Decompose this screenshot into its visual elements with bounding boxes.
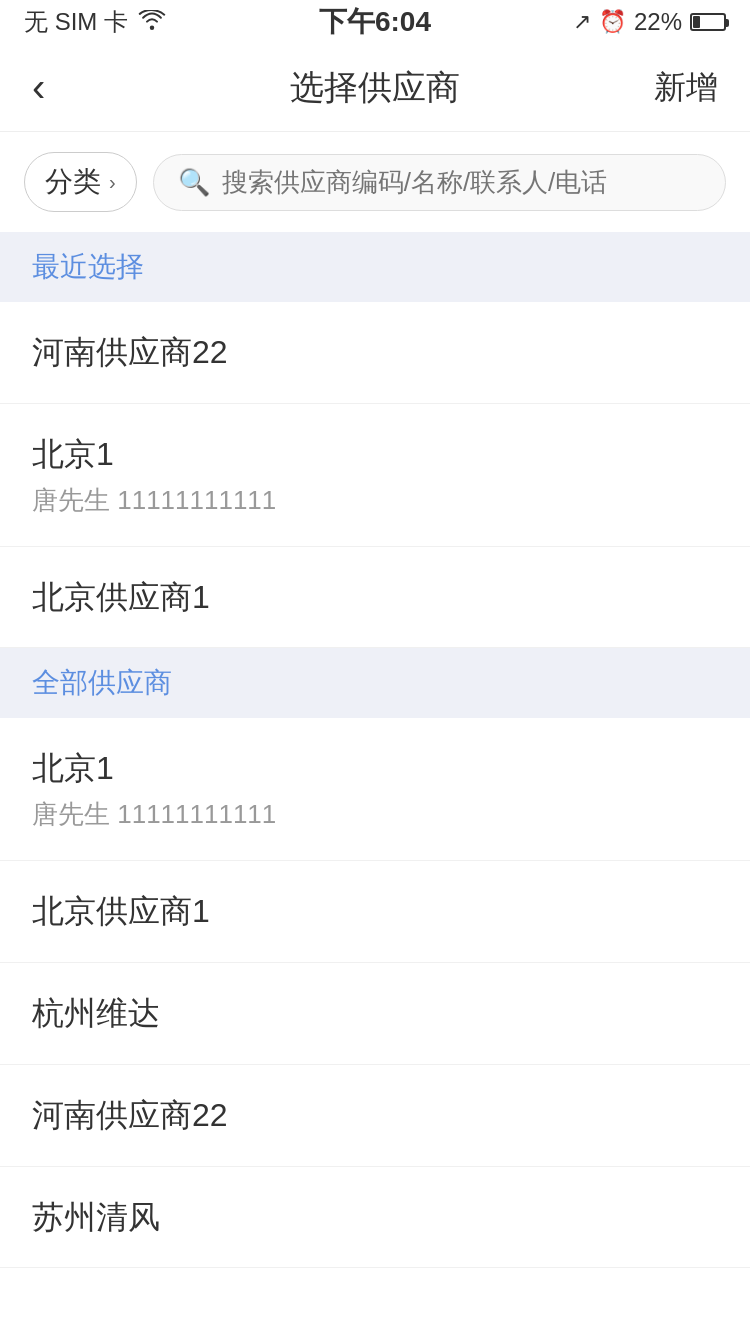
location-icon: ↗ xyxy=(573,9,591,35)
list-item[interactable]: 北京1 唐先生 11111111111 xyxy=(0,404,750,547)
chevron-right-icon: › xyxy=(109,171,116,194)
search-input-wrap[interactable]: 🔍 xyxy=(153,154,726,211)
carrier-label: 无 SIM 卡 xyxy=(24,6,128,38)
item-sub: 唐先生 11111111111 xyxy=(32,797,718,832)
list-item[interactable]: 河南供应商22 xyxy=(0,302,750,404)
status-bar: 无 SIM 卡 下午6:04 ↗ ⏰ 22% xyxy=(0,0,750,44)
category-label: 分类 xyxy=(45,163,101,201)
list-item[interactable]: 苏州清风 xyxy=(0,1167,750,1269)
battery-label: 22% xyxy=(634,8,682,36)
list-item[interactable]: 河南供应商22 xyxy=(0,1065,750,1167)
item-name: 北京供应商1 xyxy=(32,575,718,620)
list-item[interactable]: 北京供应商1 xyxy=(0,547,750,649)
item-name: 杭州维达 xyxy=(32,991,718,1036)
item-sub: 唐先生 11111111111 xyxy=(32,483,718,518)
category-button[interactable]: 分类 › xyxy=(24,152,137,212)
item-name: 北京1 xyxy=(32,432,718,477)
item-name: 河南供应商22 xyxy=(32,1093,718,1138)
back-button[interactable]: ‹ xyxy=(32,65,92,110)
recent-list: 河南供应商22 北京1 唐先生 11111111111 北京供应商1 xyxy=(0,302,750,648)
add-button[interactable]: 新增 xyxy=(654,66,718,110)
list-item[interactable]: 杭州维达 xyxy=(0,963,750,1065)
search-bar: 分类 › 🔍 xyxy=(0,132,750,232)
list-item[interactable]: 北京1 唐先生 11111111111 xyxy=(0,718,750,861)
search-icon: 🔍 xyxy=(178,167,210,198)
battery-icon xyxy=(690,13,726,31)
list-item[interactable]: 北京供应商1 xyxy=(0,861,750,963)
status-time: 下午6:04 xyxy=(319,3,431,41)
status-left: 无 SIM 卡 xyxy=(24,6,166,38)
item-name: 北京供应商1 xyxy=(32,889,718,934)
alarm-icon: ⏰ xyxy=(599,9,626,35)
page-title: 选择供应商 xyxy=(290,65,460,111)
all-list: 北京1 唐先生 11111111111 北京供应商1 杭州维达河南供应商22 苏州清风 xyxy=(0,718,750,1268)
all-section-header: 全部供应商 xyxy=(0,648,750,718)
item-name: 苏州清风 xyxy=(32,1195,718,1240)
nav-bar: ‹ 选择供应商 新增 xyxy=(0,44,750,132)
item-name: 河南供应商22 xyxy=(32,330,718,375)
wifi-icon xyxy=(138,8,166,36)
recent-section-header: 最近选择 xyxy=(0,232,750,302)
item-name: 北京1 xyxy=(32,746,718,791)
status-right: ↗ ⏰ 22% xyxy=(573,8,726,36)
search-input[interactable] xyxy=(222,167,701,198)
